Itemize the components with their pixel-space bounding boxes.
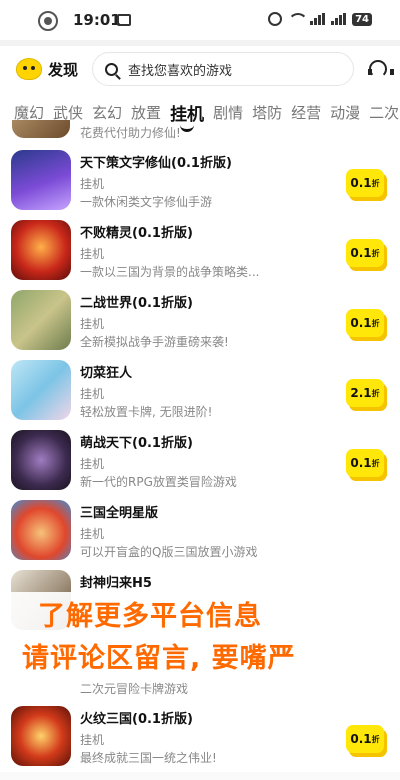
game-tag: 挂机 — [80, 317, 105, 331]
game-desc-behind-overlay: 二次元冒险卡牌游戏 — [80, 682, 189, 696]
game-desc: 新一代的RPG放置类冒险游戏 — [80, 475, 237, 489]
game-desc: 一款休闲类文字修仙手游 — [80, 195, 213, 209]
list-item[interactable]: 火纹三国(0.1折版) 挂机 最终成就三国一统之伟业! 0.1 折 — [0, 706, 400, 776]
promo-overlay: 了解更多平台信息 请评论区留言, 要嘴严 — [0, 592, 400, 678]
game-tag: 挂机 — [80, 457, 105, 471]
game-tag: 挂机 — [80, 247, 105, 261]
game-thumbnail — [11, 290, 71, 350]
search-input[interactable]: 查找您喜欢的游戏 — [92, 52, 354, 86]
discount-value: 0.1 — [350, 732, 372, 746]
game-name: 封神归来H5 — [80, 576, 152, 591]
discount-badge[interactable]: 0.1 折 — [346, 725, 384, 753]
customer-service-icon[interactable] — [368, 59, 394, 79]
promo-line-2: 请评论区留言, 要嘴严 — [22, 643, 296, 674]
game-desc: 最终成就三国一统之伟业! — [80, 751, 217, 765]
battery-level: 74 — [352, 12, 372, 26]
discount-unit: 折 — [371, 248, 380, 258]
list-item[interactable]: 切菜狂人 挂机 轻松放置卡牌, 无限进阶! 2.1 折 — [0, 360, 400, 430]
discount-value: 2.1 — [350, 386, 372, 400]
status-icons: 74 — [268, 12, 372, 26]
list-item-partial[interactable]: 花费代付助力修仙! — [0, 120, 400, 142]
discount-unit: 折 — [371, 318, 380, 328]
logo-label: 发现 — [48, 60, 79, 79]
list-item[interactable]: 萌战天下(0.1折版) 挂机 新一代的RPG放置类冒险游戏 0.1 折 — [0, 430, 400, 500]
search-placeholder: 查找您喜欢的游戏 — [128, 63, 233, 79]
bottom-edge — [0, 772, 400, 780]
discount-unit: 折 — [371, 178, 380, 188]
game-name: 天下策文字修仙(0.1折版) — [80, 156, 232, 171]
game-name: 不败精灵(0.1折版) — [80, 226, 193, 241]
discount-value: 0.1 — [350, 316, 372, 330]
discount-badge[interactable]: 0.1 折 — [346, 449, 384, 477]
list-item[interactable]: 三国全明星版 挂机 可以开盲盒的Q版三国放置小游戏 — [0, 500, 400, 570]
game-desc: 一款以三国为背景的战争策略类... — [80, 265, 260, 279]
discount-badge[interactable]: 2.1 折 — [346, 379, 384, 407]
discover-logo[interactable]: 发现 — [16, 58, 78, 80]
game-desc: 花费代付助力修仙! — [80, 126, 181, 140]
game-name: 三国全明星版 — [80, 506, 159, 521]
game-thumbnail — [11, 706, 71, 766]
status-bar: 19:01 74 — [0, 0, 400, 40]
alarm-icon — [268, 12, 283, 26]
wifi-icon — [288, 13, 309, 25]
game-name: 二战世界(0.1折版) — [80, 296, 193, 311]
search-icon — [105, 62, 119, 76]
status-time: 19:01 — [73, 11, 121, 29]
game-desc: 全新模拟战争手游重磅来袭! — [80, 335, 229, 349]
game-name: 萌战天下(0.1折版) — [80, 436, 193, 451]
header: 发现 查找您喜欢的游戏 — [0, 46, 400, 92]
signal-icon-2 — [331, 13, 347, 25]
discount-unit: 折 — [371, 734, 380, 744]
game-thumbnail — [11, 360, 71, 420]
promo-line-1: 了解更多平台信息 — [38, 601, 262, 632]
discount-badge[interactable]: 0.1 折 — [346, 239, 384, 267]
game-thumbnail — [11, 220, 71, 280]
game-tag: 挂机 — [80, 733, 105, 747]
list-item[interactable]: 不败精灵(0.1折版) 挂机 一款以三国为背景的战争策略类... 0.1 折 — [0, 220, 400, 290]
signal-icon — [310, 13, 326, 25]
list-item[interactable]: 二战世界(0.1折版) 挂机 全新模拟战争手游重磅来袭! 0.1 折 — [0, 290, 400, 360]
discount-badge[interactable]: 0.1 折 — [346, 309, 384, 337]
discount-badge[interactable]: 0.1 折 — [346, 169, 384, 197]
discount-value: 0.1 — [350, 456, 372, 470]
game-desc: 轻松放置卡牌, 无限进阶! — [80, 405, 213, 419]
discount-value: 0.1 — [350, 176, 372, 190]
game-thumbnail — [12, 120, 70, 138]
image-notification-icon — [117, 14, 131, 26]
notification-circle-icon — [38, 11, 58, 31]
game-tag: 挂机 — [80, 177, 105, 191]
game-desc: 可以开盲盒的Q版三国放置小游戏 — [80, 545, 258, 559]
discount-value: 0.1 — [350, 246, 372, 260]
discount-unit: 折 — [371, 388, 380, 398]
game-name: 火纹三国(0.1折版) — [80, 712, 193, 727]
game-thumbnail — [11, 430, 71, 490]
game-thumbnail — [11, 150, 71, 210]
game-tag: 挂机 — [80, 387, 105, 401]
game-name: 切菜狂人 — [80, 366, 133, 381]
list-item[interactable]: 天下策文字修仙(0.1折版) 挂机 一款休闲类文字修仙手游 0.1 折 — [0, 150, 400, 220]
game-tag: 挂机 — [80, 527, 105, 541]
discount-unit: 折 — [371, 458, 380, 468]
app-logo-icon — [16, 58, 42, 80]
game-thumbnail — [11, 500, 71, 560]
